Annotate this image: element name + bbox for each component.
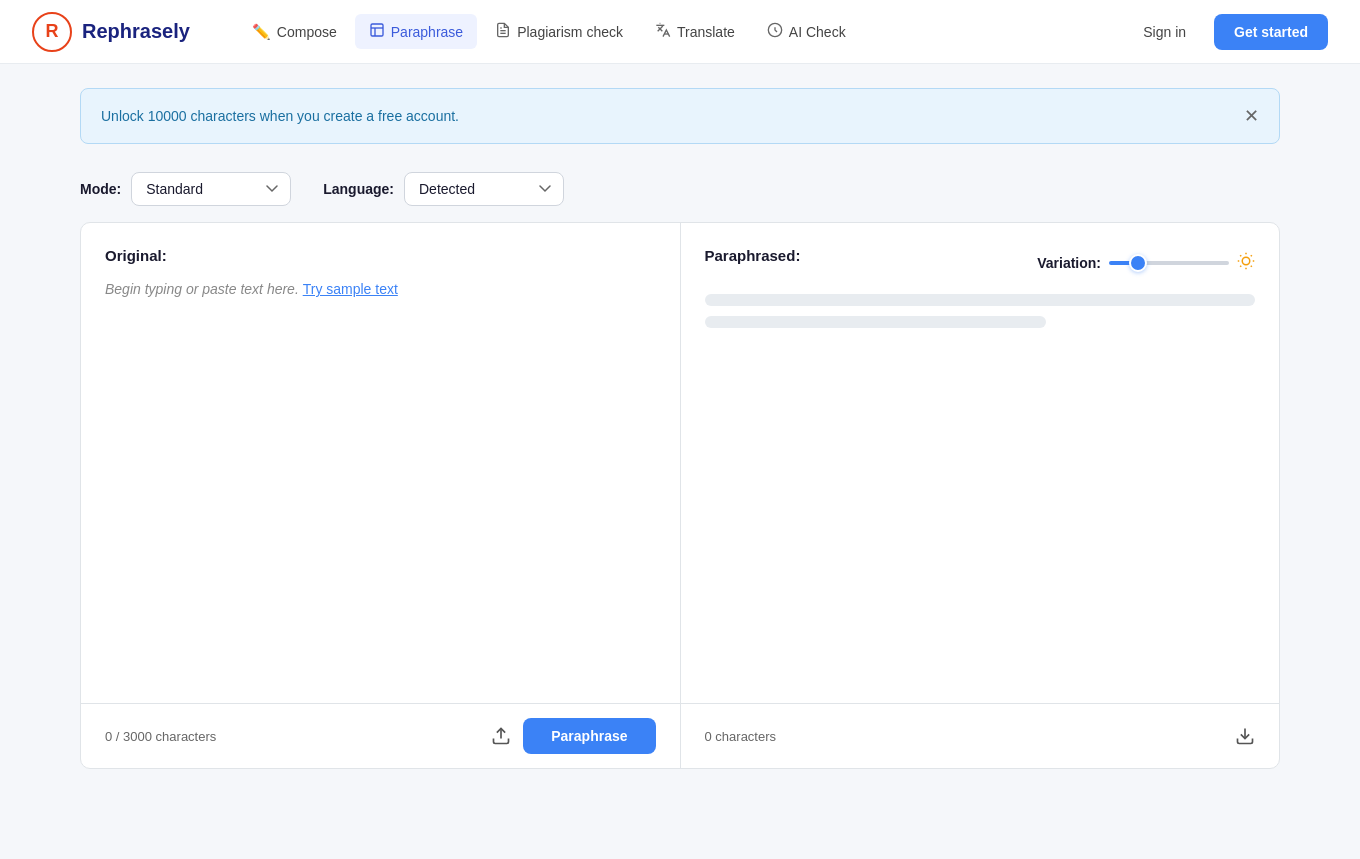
paraphrase-icon: [369, 22, 385, 41]
paraphrased-label: Paraphrased:: [705, 247, 801, 264]
compose-icon: ✏️: [252, 23, 271, 41]
nav-item-ai-check[interactable]: AI Check: [753, 14, 860, 49]
variation-slider-wrap: [1109, 252, 1255, 274]
banner-close-button[interactable]: ✕: [1244, 105, 1259, 127]
brand-name: Rephrasely: [82, 20, 190, 43]
paraphrased-header: Paraphrased: Variation:: [705, 247, 1256, 278]
promo-banner: Unlock 10000 characters when you create …: [80, 88, 1280, 144]
mode-control: Mode: Standard Fluency Formal Academic S…: [80, 172, 291, 206]
logo-area: R Rephrasely: [32, 12, 190, 52]
char-count-right: 0 characters: [705, 729, 777, 744]
logo-icon: R: [32, 12, 72, 52]
skeleton-line-2: [705, 316, 1046, 328]
paraphrased-panel: Paraphrased: Variation:: [681, 223, 1280, 703]
sun-icon: [1237, 252, 1255, 274]
original-panel: Original: Begin typing or paste text her…: [81, 223, 681, 703]
translate-icon: [655, 22, 671, 41]
language-label: Language:: [323, 181, 394, 197]
ai-check-icon: [767, 22, 783, 41]
upload-button[interactable]: [491, 726, 511, 746]
skeleton-line-1: [705, 294, 1256, 306]
nav-item-plagiarism[interactable]: Plagiarism check: [481, 14, 637, 49]
header: R Rephrasely ✏️ Compose Paraphrase Plagi…: [0, 0, 1360, 64]
editor-wrapper: Original: Begin typing or paste text her…: [80, 222, 1280, 769]
variation-control: Variation:: [1037, 252, 1255, 274]
language-control: Language: Detected English Spanish Frenc…: [323, 172, 564, 206]
svg-line-14: [1251, 255, 1252, 256]
main-content: Unlock 10000 characters when you create …: [0, 64, 1360, 793]
variation-label: Variation:: [1037, 255, 1101, 271]
mode-label: Mode:: [80, 181, 121, 197]
char-count-left: 0 / 3000 characters: [105, 729, 216, 744]
language-select[interactable]: Detected English Spanish French German I…: [404, 172, 564, 206]
editor-panels: Original: Begin typing or paste text her…: [81, 223, 1279, 703]
sign-in-button[interactable]: Sign in: [1131, 16, 1198, 48]
footer-right: 0 characters: [681, 704, 1280, 768]
download-button[interactable]: [1235, 726, 1255, 746]
svg-line-10: [1251, 265, 1252, 266]
mode-select[interactable]: Standard Fluency Formal Academic Simple …: [131, 172, 291, 206]
svg-line-9: [1240, 255, 1241, 256]
main-nav: ✏️ Compose Paraphrase Plagiarism check T…: [238, 14, 1131, 49]
editor-footer: 0 / 3000 characters Paraphrase 0 charact…: [81, 703, 1279, 768]
footer-left: 0 / 3000 characters Paraphrase: [81, 704, 681, 768]
nav-item-translate[interactable]: Translate: [641, 14, 749, 49]
plagiarism-icon: [495, 22, 511, 41]
nav-item-compose[interactable]: ✏️ Compose: [238, 15, 351, 49]
svg-rect-0: [371, 24, 383, 36]
variation-slider[interactable]: [1109, 261, 1229, 265]
nav-item-paraphrase[interactable]: Paraphrase: [355, 14, 477, 49]
svg-line-13: [1240, 265, 1241, 266]
paraphrase-button[interactable]: Paraphrase: [523, 718, 655, 754]
controls-row: Mode: Standard Fluency Formal Academic S…: [80, 172, 1280, 206]
svg-point-6: [1242, 257, 1250, 265]
banner-text: Unlock 10000 characters when you create …: [101, 108, 459, 124]
footer-actions-left: Paraphrase: [491, 718, 655, 754]
get-started-button[interactable]: Get started: [1214, 14, 1328, 50]
header-actions: Sign in Get started: [1131, 14, 1328, 50]
